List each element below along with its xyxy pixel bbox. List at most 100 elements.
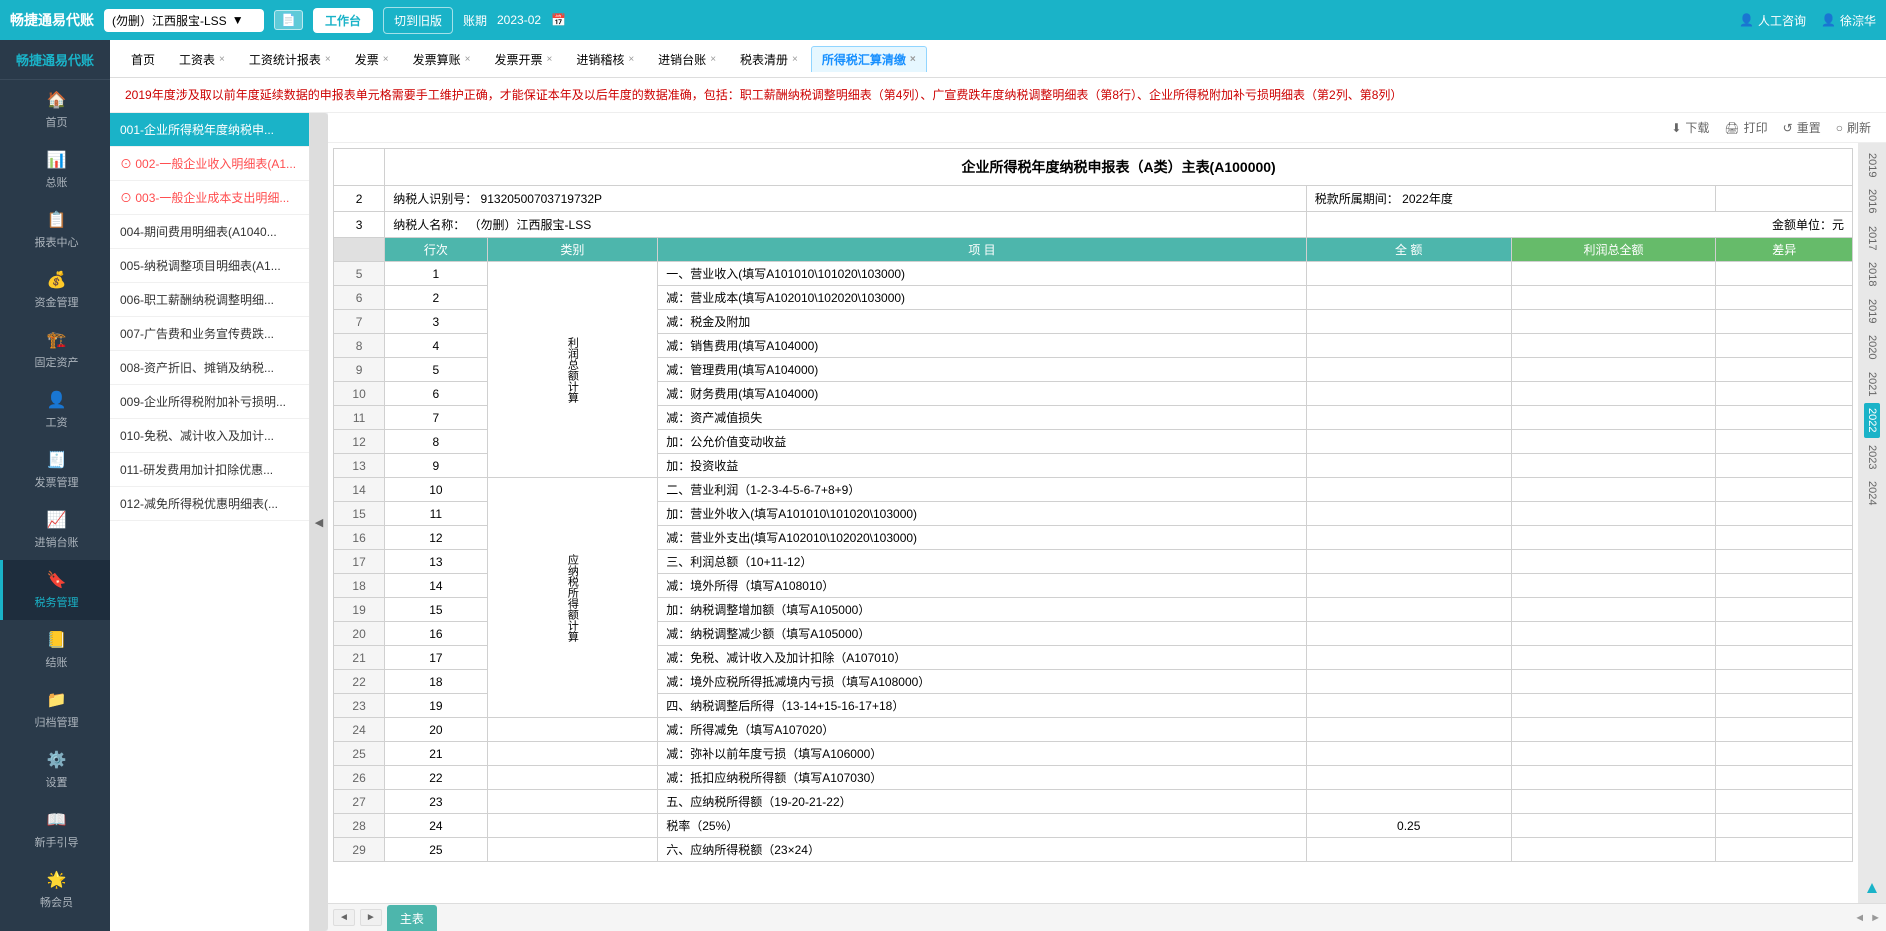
profit-8[interactable] (1511, 430, 1716, 454)
collapse-button[interactable]: ◀ (310, 113, 328, 931)
amount-18[interactable] (1306, 670, 1511, 694)
sheet-nav-right[interactable]: ► (360, 909, 382, 926)
profit-16[interactable] (1511, 622, 1716, 646)
diff-11[interactable] (1716, 502, 1853, 526)
sidebar-item-ledger[interactable]: 📊 总账 (0, 140, 110, 200)
diff-18[interactable] (1716, 670, 1853, 694)
profit-24[interactable] (1511, 814, 1716, 838)
diff-24[interactable] (1716, 814, 1853, 838)
list-item-012[interactable]: 012-减免所得税优惠明细表(... (110, 487, 309, 521)
year-2021[interactable]: 2021 (1864, 367, 1880, 401)
profit-12[interactable] (1511, 526, 1716, 550)
reset-button[interactable]: ↺ 重置 (1783, 119, 1821, 136)
profit-6[interactable] (1511, 382, 1716, 406)
profit-22[interactable] (1511, 766, 1716, 790)
amount-5[interactable] (1306, 358, 1511, 382)
amount-14[interactable] (1306, 574, 1511, 598)
diff-1[interactable] (1716, 262, 1853, 286)
scroll-left-btn[interactable]: ◄ (1854, 912, 1865, 924)
diff-5[interactable] (1716, 358, 1853, 382)
amount-2[interactable] (1306, 286, 1511, 310)
list-item-010[interactable]: 010-免税、减计收入及加计... (110, 419, 309, 453)
tab-tax-clear-close[interactable]: × (792, 54, 798, 65)
amount-13[interactable] (1306, 550, 1511, 574)
profit-13[interactable] (1511, 550, 1716, 574)
amount-22[interactable] (1306, 766, 1511, 790)
year-2020[interactable]: 2020 (1864, 330, 1880, 364)
list-item-004[interactable]: 004-期间费用明细表(A1040... (110, 215, 309, 249)
profit-2[interactable] (1511, 286, 1716, 310)
tab-tax-clear[interactable]: 税表清册 × (729, 46, 809, 72)
year-2024[interactable]: 2024 (1864, 476, 1880, 510)
diff-14[interactable] (1716, 574, 1853, 598)
diff-21[interactable] (1716, 742, 1853, 766)
profit-4[interactable] (1511, 334, 1716, 358)
amount-20[interactable] (1306, 718, 1511, 742)
year-2023[interactable]: 2023 (1864, 440, 1880, 474)
amount-21[interactable] (1306, 742, 1511, 766)
list-item-002[interactable]: 002-一般企业收入明细表(A1... (110, 147, 309, 181)
sheet-tab-main[interactable]: 主表 (387, 905, 437, 931)
sidebar-item-salary[interactable]: 👤 工资 (0, 380, 110, 440)
amount-1[interactable] (1306, 262, 1511, 286)
sidebar-item-close[interactable]: 📒 结账 (0, 620, 110, 680)
amount-16[interactable] (1306, 622, 1511, 646)
diff-9[interactable] (1716, 454, 1853, 478)
tab-home[interactable]: 首页 (120, 46, 166, 72)
diff-2[interactable] (1716, 286, 1853, 310)
year-2016[interactable]: 2016 (1864, 184, 1880, 218)
amount-11[interactable] (1306, 502, 1511, 526)
list-item-008[interactable]: 008-资产折旧、摊销及纳税... (110, 351, 309, 385)
tab-ledger[interactable]: 进销台账 × (647, 46, 727, 72)
refresh-button[interactable]: ○ 刷新 (1836, 119, 1871, 136)
scroll-right-btn[interactable]: ► (1870, 912, 1881, 924)
profit-10[interactable] (1511, 478, 1716, 502)
sidebar-item-sales[interactable]: 📈 进销台账 (0, 500, 110, 560)
profit-14[interactable] (1511, 574, 1716, 598)
user-info[interactable]: 👤 徐淙华 (1821, 12, 1876, 29)
profit-7[interactable] (1511, 406, 1716, 430)
consult-button[interactable]: 👤 人工咨询 (1739, 12, 1806, 29)
diff-20[interactable] (1716, 718, 1853, 742)
diff-10[interactable] (1716, 478, 1853, 502)
tab-salary[interactable]: 工资表 × (168, 46, 236, 72)
tab-receipt-calc[interactable]: 发票算账 × (402, 46, 482, 72)
profit-23[interactable] (1511, 790, 1716, 814)
sidebar-item-settings[interactable]: ⚙️ 设置 (0, 740, 110, 800)
period-icon[interactable]: 📅 (551, 13, 566, 27)
profit-5[interactable] (1511, 358, 1716, 382)
list-item-005[interactable]: 005-纳税调整项目明细表(A1... (110, 249, 309, 283)
amount-8[interactable] (1306, 430, 1511, 454)
amount-15[interactable] (1306, 598, 1511, 622)
profit-1[interactable] (1511, 262, 1716, 286)
sidebar-item-member[interactable]: 🌟 畅会员 (0, 860, 110, 920)
amount-23[interactable] (1306, 790, 1511, 814)
tab-salary-close[interactable]: × (219, 54, 225, 65)
amount-7[interactable] (1306, 406, 1511, 430)
print-button[interactable]: 🖨 打印 (1724, 119, 1767, 136)
amount-10[interactable] (1306, 478, 1511, 502)
tab-audit-close[interactable]: × (628, 54, 634, 65)
download-button[interactable]: ⬇ 下载 (1671, 119, 1709, 136)
sheet-nav-left[interactable]: ◄ (333, 909, 355, 926)
diff-7[interactable] (1716, 406, 1853, 430)
sidebar-item-asset[interactable]: 🏗️ 固定资产 (0, 320, 110, 380)
diff-3[interactable] (1716, 310, 1853, 334)
sidebar-item-invoice[interactable]: 🧾 发票管理 (0, 440, 110, 500)
year-2018[interactable]: 2018 (1864, 257, 1880, 291)
tab-tax-calc-close[interactable]: × (910, 54, 916, 65)
tab-salary-report[interactable]: 工资统计报表 × (238, 46, 342, 72)
sidebar-item-fund[interactable]: 💰 资金管理 (0, 260, 110, 320)
sidebar-item-guide[interactable]: 📖 新手引导 (0, 800, 110, 860)
sidebar-item-tax[interactable]: 🔖 税务管理 (0, 560, 110, 620)
diff-16[interactable] (1716, 622, 1853, 646)
tab-tax-calc[interactable]: 所得税汇算清缴 × (811, 46, 927, 72)
amount-12[interactable] (1306, 526, 1511, 550)
profit-18[interactable] (1511, 670, 1716, 694)
diff-17[interactable] (1716, 646, 1853, 670)
unpin-button[interactable]: ⇤取消固定 (0, 920, 110, 931)
amount-6[interactable] (1306, 382, 1511, 406)
diff-25[interactable] (1716, 838, 1853, 862)
cut-button[interactable]: 切到旧版 (383, 7, 453, 34)
year-2017[interactable]: 2017 (1864, 221, 1880, 255)
